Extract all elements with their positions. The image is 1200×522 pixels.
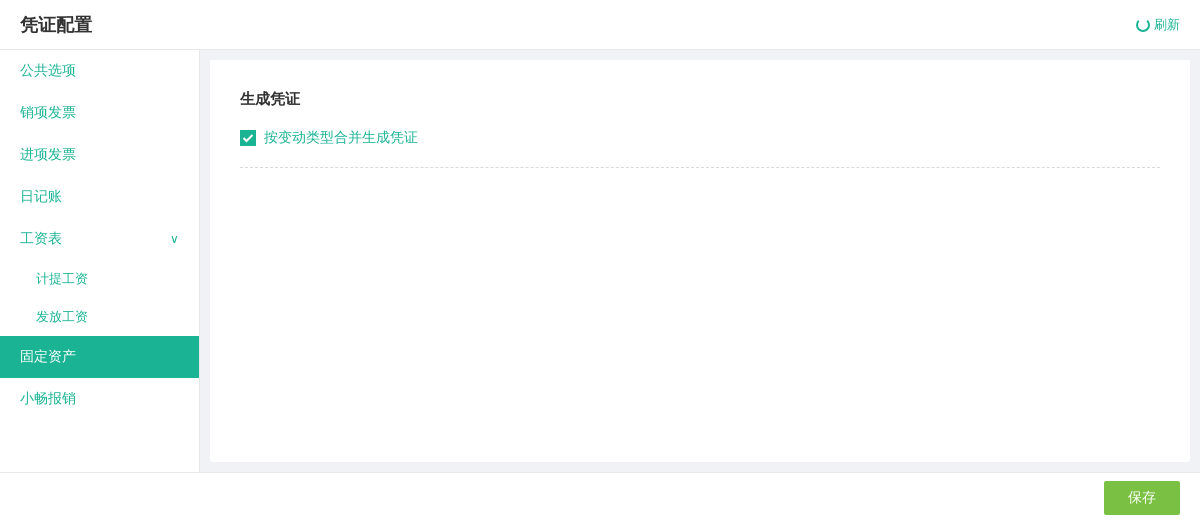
save-button[interactable]: 保存 <box>1104 481 1180 515</box>
sidebar-sub-item-calc-salary[interactable]: 计提工资 <box>0 260 199 298</box>
sidebar: 公共选项销项发票进项发票日记账工资表 ∨ 计提工资发放工资固定资产小畅报销 <box>0 50 200 472</box>
sidebar-item-payroll[interactable]: 工资表 ∨ <box>0 218 199 260</box>
chevron-down-icon: ∨ <box>170 232 179 246</box>
sidebar-item-fixed-assets[interactable]: 固定资产 <box>0 336 199 378</box>
sidebar-sub-item-pay-salary[interactable]: 发放工资 <box>0 298 199 336</box>
refresh-button[interactable]: 刷新 <box>1136 16 1180 34</box>
section-title: 生成凭证 <box>240 90 1160 109</box>
sidebar-item-label: 日记账 <box>20 188 62 206</box>
sidebar-item-label: 工资表 <box>20 230 62 248</box>
page-wrapper: 凭证配置 刷新 公共选项销项发票进项发票日记账工资表 ∨ 计提工资发放工资固定资产小… <box>0 0 1200 522</box>
page-title: 凭证配置 <box>20 13 92 37</box>
merge-checkbox[interactable] <box>240 130 256 146</box>
refresh-icon <box>1136 18 1150 32</box>
sidebar-item-public-options[interactable]: 公共选项 <box>0 50 199 92</box>
sidebar-item-label: 销项发票 <box>20 104 76 122</box>
footer: 保存 <box>0 472 1200 522</box>
checkbox-label: 按变动类型合并生成凭证 <box>264 129 418 147</box>
check-icon <box>242 132 254 144</box>
sidebar-item-expense-report[interactable]: 小畅报销 <box>0 378 199 420</box>
checkbox-row: 按变动类型合并生成凭证 <box>240 129 1160 147</box>
main-content: 生成凭证 按变动类型合并生成凭证 <box>210 60 1190 462</box>
sidebar-item-label: 公共选项 <box>20 62 76 80</box>
sidebar-item-journal[interactable]: 日记账 <box>0 176 199 218</box>
sidebar-item-label: 小畅报销 <box>20 390 76 408</box>
sidebar-item-purchase-invoice[interactable]: 进项发票 <box>0 134 199 176</box>
sidebar-item-sales-invoice[interactable]: 销项发票 <box>0 92 199 134</box>
refresh-label: 刷新 <box>1154 16 1180 34</box>
section-divider <box>240 167 1160 168</box>
header: 凭证配置 刷新 <box>0 0 1200 50</box>
sidebar-item-label: 固定资产 <box>20 348 76 366</box>
sidebar-item-label: 进项发票 <box>20 146 76 164</box>
body: 公共选项销项发票进项发票日记账工资表 ∨ 计提工资发放工资固定资产小畅报销 生成凭证… <box>0 50 1200 472</box>
